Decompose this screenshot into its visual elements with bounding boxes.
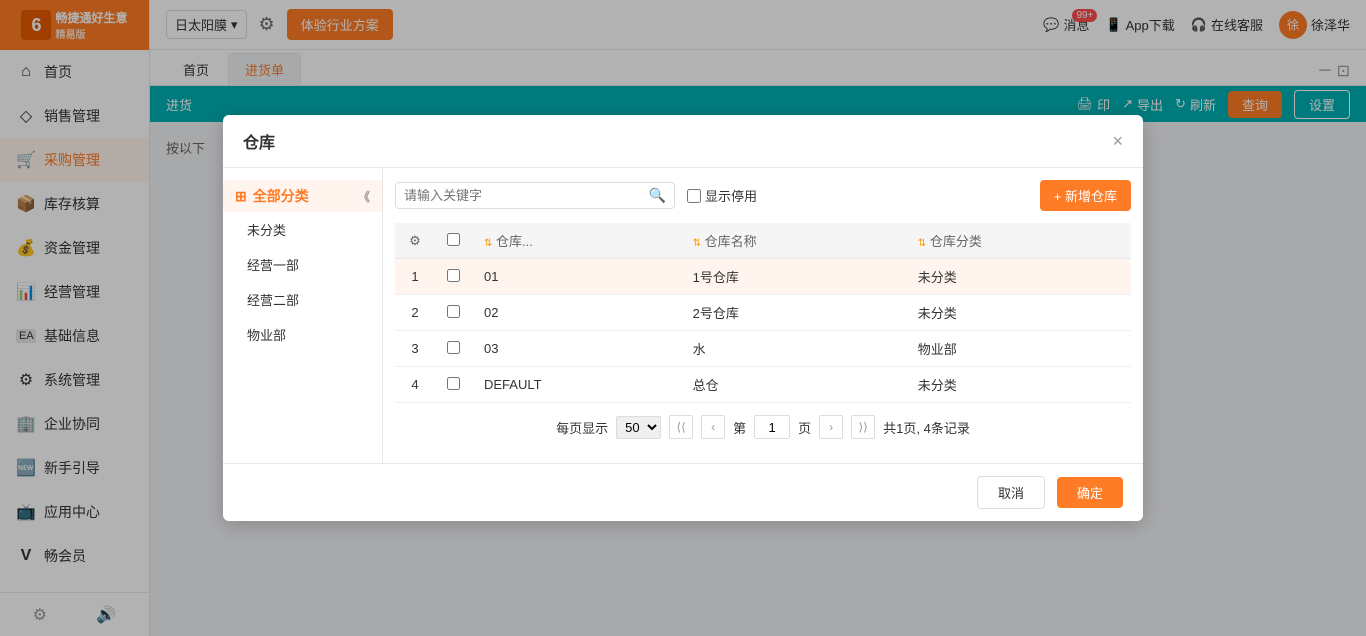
modal-header: 仓库 ×	[223, 115, 1143, 168]
row-code: 03	[472, 331, 681, 367]
select-all-checkbox[interactable]	[447, 233, 460, 246]
row-checkbox-cell	[435, 367, 472, 403]
all-categories-button[interactable]: ⊞ 全部分类 《	[223, 180, 382, 212]
warehouse-table: ⚙ ⇅ 仓库... ⇅	[395, 223, 1131, 403]
table-row[interactable]: 3 03 水 物业部	[395, 331, 1131, 367]
sort-icon-name: ⇅	[693, 238, 701, 249]
row-category: 未分类	[906, 259, 1131, 295]
row-checkbox-cell	[435, 259, 472, 295]
row-index: 4	[395, 367, 435, 403]
table-row[interactable]: 1 01 1号仓库 未分类	[395, 259, 1131, 295]
show-disabled-checkbox[interactable]	[687, 189, 701, 203]
cancel-button[interactable]: 取消	[977, 476, 1045, 509]
row-index: 1	[395, 259, 435, 295]
th-checkbox	[435, 223, 472, 259]
row-index: 3	[395, 331, 435, 367]
search-input[interactable]	[404, 188, 649, 203]
table-row[interactable]: 2 02 2号仓库 未分类	[395, 295, 1131, 331]
confirm-button[interactable]: 确定	[1057, 477, 1123, 508]
row-checkbox[interactable]	[447, 305, 460, 318]
settings-icon: ⚙	[409, 233, 421, 248]
per-page-select[interactable]: 50	[616, 416, 661, 439]
category-item-dept1[interactable]: 经营一部	[223, 247, 382, 282]
row-name: 总仓	[681, 367, 906, 403]
row-code: 02	[472, 295, 681, 331]
collapse-icon[interactable]: 《	[358, 188, 370, 205]
next-page-button[interactable]: ›	[819, 415, 843, 439]
grid-icon: ⊞	[235, 188, 247, 205]
modal-overlay: 仓库 × ⊞ 全部分类 《 未分类 经营一部 经营二部	[0, 0, 1366, 636]
row-category: 未分类	[906, 295, 1131, 331]
search-icon: 🔍	[649, 187, 666, 204]
modal-title: 仓库	[243, 129, 275, 153]
warehouse-modal: 仓库 × ⊞ 全部分类 《 未分类 经营一部 经营二部	[223, 115, 1143, 521]
modal-footer: 取消 确定	[223, 463, 1143, 521]
show-disabled-label: 显示停用	[687, 186, 757, 205]
last-page-button[interactable]: ⟩⟩	[851, 415, 875, 439]
row-category: 物业部	[906, 331, 1131, 367]
row-checkbox-cell	[435, 331, 472, 367]
row-checkbox[interactable]	[447, 341, 460, 354]
category-panel: ⊞ 全部分类 《 未分类 经营一部 经营二部 物业部	[223, 168, 383, 463]
modal-close-button[interactable]: ×	[1112, 131, 1123, 152]
pagination: 每页显示 50 ⟨⟨ ‹ 第 页 › ⟩⟩ 共1页, 4条记录	[395, 403, 1131, 451]
first-page-button[interactable]: ⟨⟨	[669, 415, 693, 439]
add-warehouse-button[interactable]: + 新增仓库	[1040, 180, 1131, 211]
category-item-property[interactable]: 物业部	[223, 317, 382, 352]
category-item-dept2[interactable]: 经营二部	[223, 282, 382, 317]
row-index: 2	[395, 295, 435, 331]
row-name: 水	[681, 331, 906, 367]
table-row[interactable]: 4 DEFAULT 总仓 未分类	[395, 367, 1131, 403]
row-code: DEFAULT	[472, 367, 681, 403]
th-warehouse-code: ⇅ 仓库...	[472, 223, 681, 259]
table-container: ⚙ ⇅ 仓库... ⇅	[395, 223, 1131, 403]
row-checkbox-cell	[435, 295, 472, 331]
content-toolbar: 🔍 显示停用 + 新增仓库	[395, 180, 1131, 211]
table-header-row: ⚙ ⇅ 仓库... ⇅	[395, 223, 1131, 259]
th-settings: ⚙	[395, 223, 435, 259]
category-item-unclassified[interactable]: 未分类	[223, 212, 382, 247]
per-page-label: 每页显示	[556, 418, 608, 437]
prev-page-button[interactable]: ‹	[701, 415, 725, 439]
category-header-label: 全部分类	[253, 186, 309, 206]
page-label: 第	[733, 418, 746, 437]
row-code: 01	[472, 259, 681, 295]
row-name: 2号仓库	[681, 295, 906, 331]
row-checkbox[interactable]	[447, 377, 460, 390]
row-checkbox[interactable]	[447, 269, 460, 282]
th-warehouse-name: ⇅ 仓库名称	[681, 223, 906, 259]
page-unit: 页	[798, 418, 811, 437]
content-panel: 🔍 显示停用 + 新增仓库 ⚙	[383, 168, 1143, 463]
total-info: 共1页, 4条记录	[883, 418, 970, 437]
row-category: 未分类	[906, 367, 1131, 403]
sort-icon-category: ⇅	[918, 238, 926, 249]
modal-body: ⊞ 全部分类 《 未分类 经营一部 经营二部 物业部	[223, 168, 1143, 463]
search-field[interactable]: 🔍	[395, 182, 675, 209]
sort-icon-code: ⇅	[484, 238, 492, 249]
row-name: 1号仓库	[681, 259, 906, 295]
th-warehouse-category: ⇅ 仓库分类	[906, 223, 1131, 259]
page-number-input[interactable]	[754, 415, 790, 439]
